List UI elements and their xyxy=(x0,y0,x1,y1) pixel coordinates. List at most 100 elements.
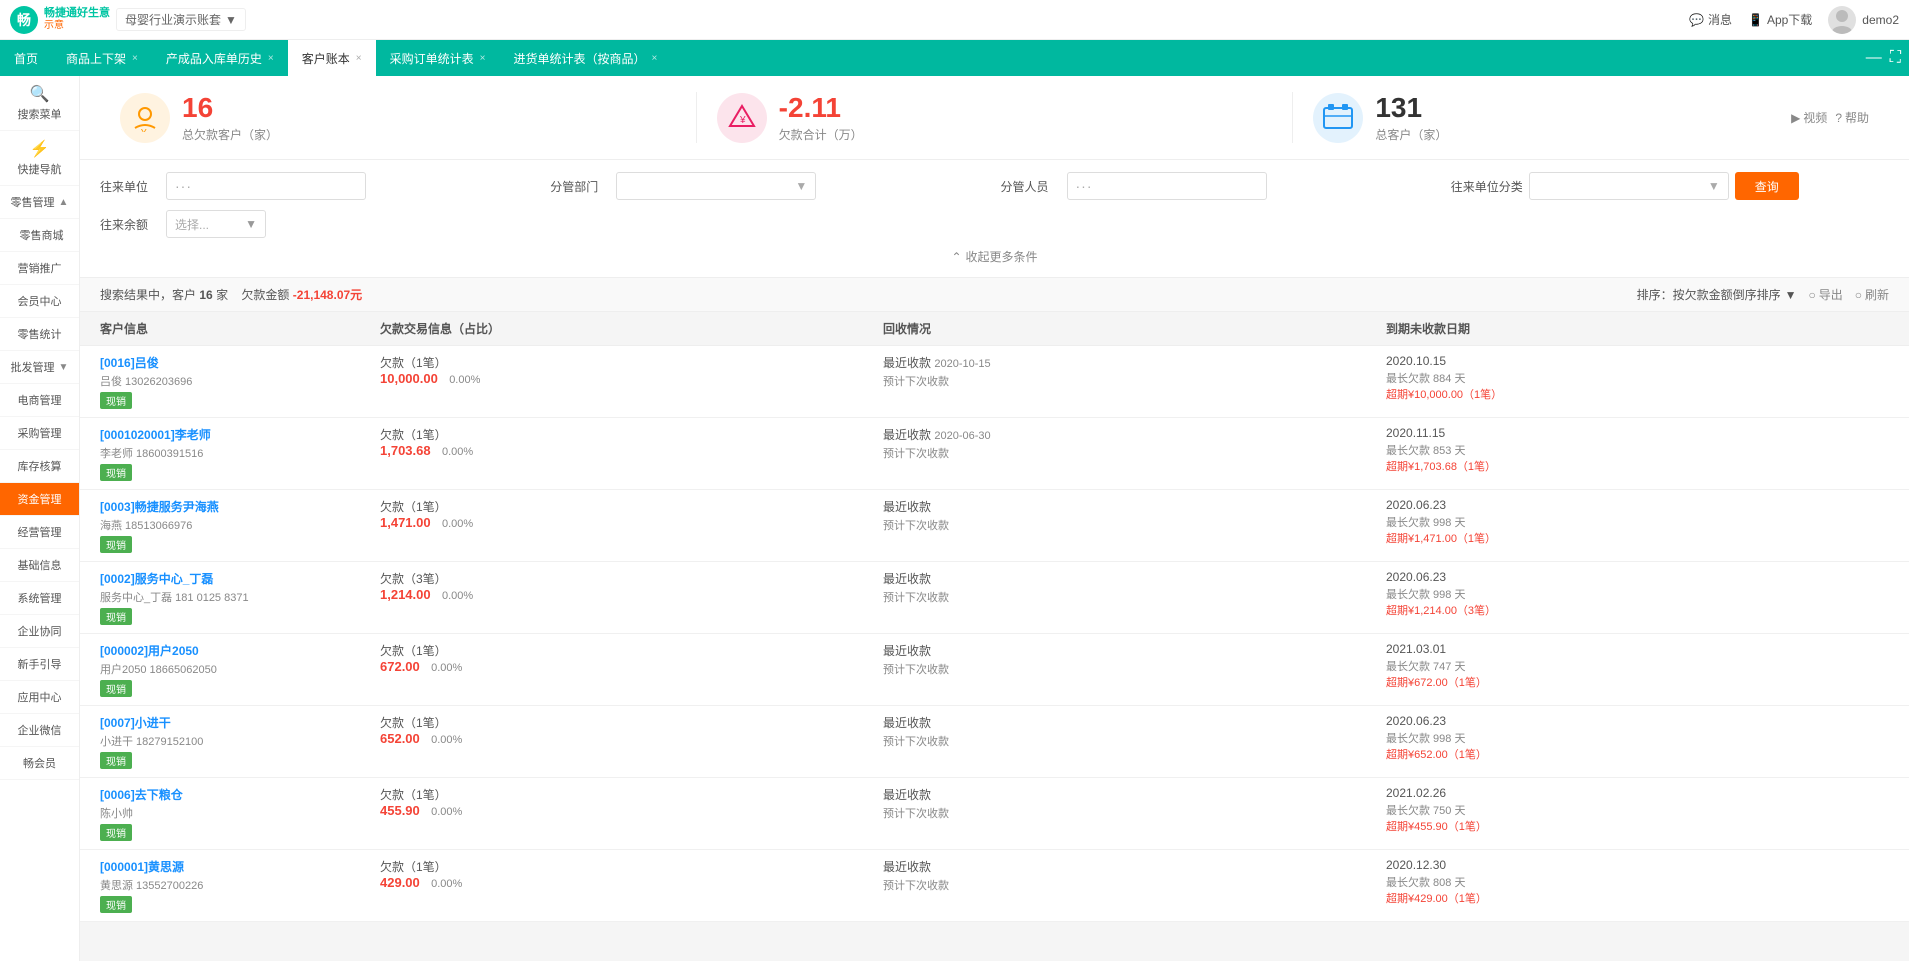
overdue-amount[interactable]: 超期¥10,000.00（1笔） xyxy=(1386,386,1889,402)
store-select[interactable]: 母婴行业演示账套 ▼ xyxy=(116,8,246,31)
due-date: 2021.03.01 xyxy=(1386,642,1889,656)
sidebar-item-quick-nav[interactable]: ⚡ 快捷导航 xyxy=(0,131,79,186)
sidebar-item-search[interactable]: 🔍 搜索菜单 xyxy=(0,76,79,131)
sidebar-item-inventory[interactable]: 库存核算 xyxy=(0,450,79,483)
tab-expand-icon[interactable]: ⛶ xyxy=(1890,49,1901,67)
unit-class-arrow: ▼ xyxy=(1708,179,1720,193)
video-btn[interactable]: ▶ 视频 xyxy=(1791,109,1827,126)
retail-stats-label: 零售统计 xyxy=(4,326,75,342)
debt-ratio: 0.00% xyxy=(442,590,473,602)
debt-count: 欠款（1笔） xyxy=(380,354,883,371)
user-area: demo2 xyxy=(1828,6,1899,34)
from-unit-input[interactable]: ··· xyxy=(166,172,366,200)
manager-input[interactable]: ··· xyxy=(1067,172,1267,200)
overdue-amount[interactable]: 超期¥1,214.00（3笔） xyxy=(1386,602,1889,618)
collapse-btn[interactable]: ⌃ 收起更多条件 xyxy=(100,248,1889,265)
tab-production-history[interactable]: 产成品入库单历史 × xyxy=(152,40,288,76)
result-count: 16 xyxy=(199,288,212,302)
sidebar-item-retail-stats[interactable]: 零售统计 xyxy=(0,318,79,351)
customer-info-cell: [0002]服务中心_丁磊 服务中心_丁磊 181 0125 8371 现销 xyxy=(100,570,380,625)
customer-name[interactable]: [000001]黄思源 xyxy=(100,858,380,875)
inventory-label: 库存核算 xyxy=(4,458,75,474)
sort-label: 排序：按欠款金额倒序排序 xyxy=(1637,286,1781,303)
last-collect-label: 最近收款 xyxy=(883,500,931,514)
overdue-amount[interactable]: 超期¥455.90（1笔） xyxy=(1386,818,1889,834)
tab-close-products[interactable]: × xyxy=(132,53,138,64)
customer-name[interactable]: [0002]服务中心_丁磊 xyxy=(100,570,380,587)
system-label: 系统管理 xyxy=(4,590,75,606)
sidebar-item-basic[interactable]: 基础信息 xyxy=(0,549,79,582)
dept-input[interactable]: ▼ xyxy=(616,172,816,200)
quick-nav-label: 快捷导航 xyxy=(4,161,75,177)
tab-close-import[interactable]: × xyxy=(651,53,657,64)
overdue-days: 最长欠款 853 天 xyxy=(1386,442,1889,458)
top-header: 畅 畅捷通好生意 示意 母婴行业演示账套 ▼ 💬 消息 📱 App下载 demo… xyxy=(0,0,1909,40)
sidebar-item-ops[interactable]: 经营管理 xyxy=(0,516,79,549)
customer-name[interactable]: [0001020001]李老师 xyxy=(100,426,380,443)
help-label: 帮助 xyxy=(1845,109,1869,126)
sidebar-item-purchase[interactable]: 采购管理 xyxy=(0,417,79,450)
sidebar-item-enterprise[interactable]: 企业协同 xyxy=(0,615,79,648)
help-btn[interactable]: ? 帮助 xyxy=(1835,109,1869,126)
sidebar-item-wechat[interactable]: 企业微信 xyxy=(0,714,79,747)
sidebar-item-finance[interactable]: 资金管理 xyxy=(0,483,79,516)
tab-home[interactable]: 首页 xyxy=(0,40,52,76)
refresh-btn[interactable]: ○ 刷新 xyxy=(1855,286,1889,303)
tab-products-shelf[interactable]: 商品上下架 × xyxy=(52,40,152,76)
debt-info-cell: 欠款（1笔） 455.90 0.00% xyxy=(380,786,883,818)
sidebar-item-wholesale[interactable]: 批发管理 ▼ xyxy=(0,351,79,384)
sidebar-item-app-center[interactable]: 应用中心 xyxy=(0,681,79,714)
return-info-cell: 最近收款 2020-06-30 预计下次收款 xyxy=(883,426,1386,461)
debt-count: 欠款（1笔） xyxy=(380,642,883,659)
dept-label: 分管部门 xyxy=(550,178,610,195)
overdue-amount[interactable]: 超期¥1,471.00（1笔） xyxy=(1386,530,1889,546)
debt-count: 欠款（3笔） xyxy=(380,570,883,587)
tab-close-customer[interactable]: × xyxy=(356,53,362,64)
customer-name[interactable]: [0016]吕俊 xyxy=(100,354,380,371)
return-info-cell: 最近收款 预计下次收款 xyxy=(883,642,1386,677)
sidebar-item-ecommerce[interactable]: 电商管理 xyxy=(0,384,79,417)
stats-bar: ¥ 16 总欠款客户（家） ¥ -2.11 欠款合计（万） xyxy=(80,76,1909,160)
message-btn[interactable]: 💬 消息 xyxy=(1689,11,1732,28)
sidebar-item-retail-mgmt[interactable]: 零售管理 ▲ xyxy=(0,186,79,219)
return-info-cell: 最近收款 预计下次收款 xyxy=(883,858,1386,893)
manager-dots: ··· xyxy=(1076,178,1093,194)
app-download-btn[interactable]: 📱 App下载 xyxy=(1748,11,1812,28)
tab-minimize-icon[interactable]: — xyxy=(1866,49,1882,67)
tab-customer-account[interactable]: 客户账本 × xyxy=(288,40,376,76)
debt-info-cell: 欠款（1笔） 672.00 0.00% xyxy=(380,642,883,674)
tab-import-summary[interactable]: 进货单统计表（按商品） × xyxy=(499,40,671,76)
customer-name[interactable]: [0006]去下粮仓 xyxy=(100,786,380,803)
customer-tag: 现销 xyxy=(100,752,132,769)
export-btn[interactable]: ○ 导出 xyxy=(1808,286,1842,303)
overdue-amount[interactable]: 超期¥429.00（1笔） xyxy=(1386,890,1889,906)
sidebar-item-retail-mall[interactable]: 零售商城 xyxy=(0,219,79,252)
customer-name[interactable]: [0003]畅捷服务尹海燕 xyxy=(100,498,380,515)
tab-purchase-summary[interactable]: 采购订单统计表 × xyxy=(376,40,500,76)
overdue-amount[interactable]: 超期¥672.00（1笔） xyxy=(1386,674,1889,690)
balance-select[interactable]: 选择... ▼ xyxy=(166,210,266,238)
search-button[interactable]: 查询 xyxy=(1735,172,1799,200)
sidebar-item-vip[interactable]: 畅会员 xyxy=(0,747,79,780)
overdue-amount[interactable]: 超期¥1,703.68（1笔） xyxy=(1386,458,1889,474)
table-row: [0002]服务中心_丁磊 服务中心_丁磊 181 0125 8371 现销 欠… xyxy=(80,562,1909,634)
sort-select[interactable]: 排序：按欠款金额倒序排序 ▼ xyxy=(1637,286,1797,303)
overdue-days: 最长欠款 998 天 xyxy=(1386,586,1889,602)
sidebar-item-marketing[interactable]: 营销推广 xyxy=(0,252,79,285)
last-collect-label: 最近收款 xyxy=(883,572,931,586)
tab-close-purchase[interactable]: × xyxy=(480,53,486,64)
filter-row-1: 往来单位 ··· 分管部门 ▼ 分管人员 ··· xyxy=(100,172,1889,200)
sidebar-item-system[interactable]: 系统管理 xyxy=(0,582,79,615)
col-debt-info: 欠款交易信息（占比） xyxy=(380,320,883,337)
app-center-label: 应用中心 xyxy=(4,689,75,705)
debt-ratio: 0.00% xyxy=(431,734,462,746)
unit-class-input[interactable]: ▼ xyxy=(1529,172,1729,200)
debt-ratio: 0.00% xyxy=(431,806,462,818)
customer-name[interactable]: [0007]小进干 xyxy=(100,714,380,731)
due-date: 2020.10.15 xyxy=(1386,354,1889,368)
sidebar-item-member[interactable]: 会员中心 xyxy=(0,285,79,318)
customer-name[interactable]: [000002]用户2050 xyxy=(100,642,380,659)
tab-close-production[interactable]: × xyxy=(268,53,274,64)
sidebar-item-new-guide[interactable]: 新手引导 xyxy=(0,648,79,681)
overdue-amount[interactable]: 超期¥652.00（1笔） xyxy=(1386,746,1889,762)
